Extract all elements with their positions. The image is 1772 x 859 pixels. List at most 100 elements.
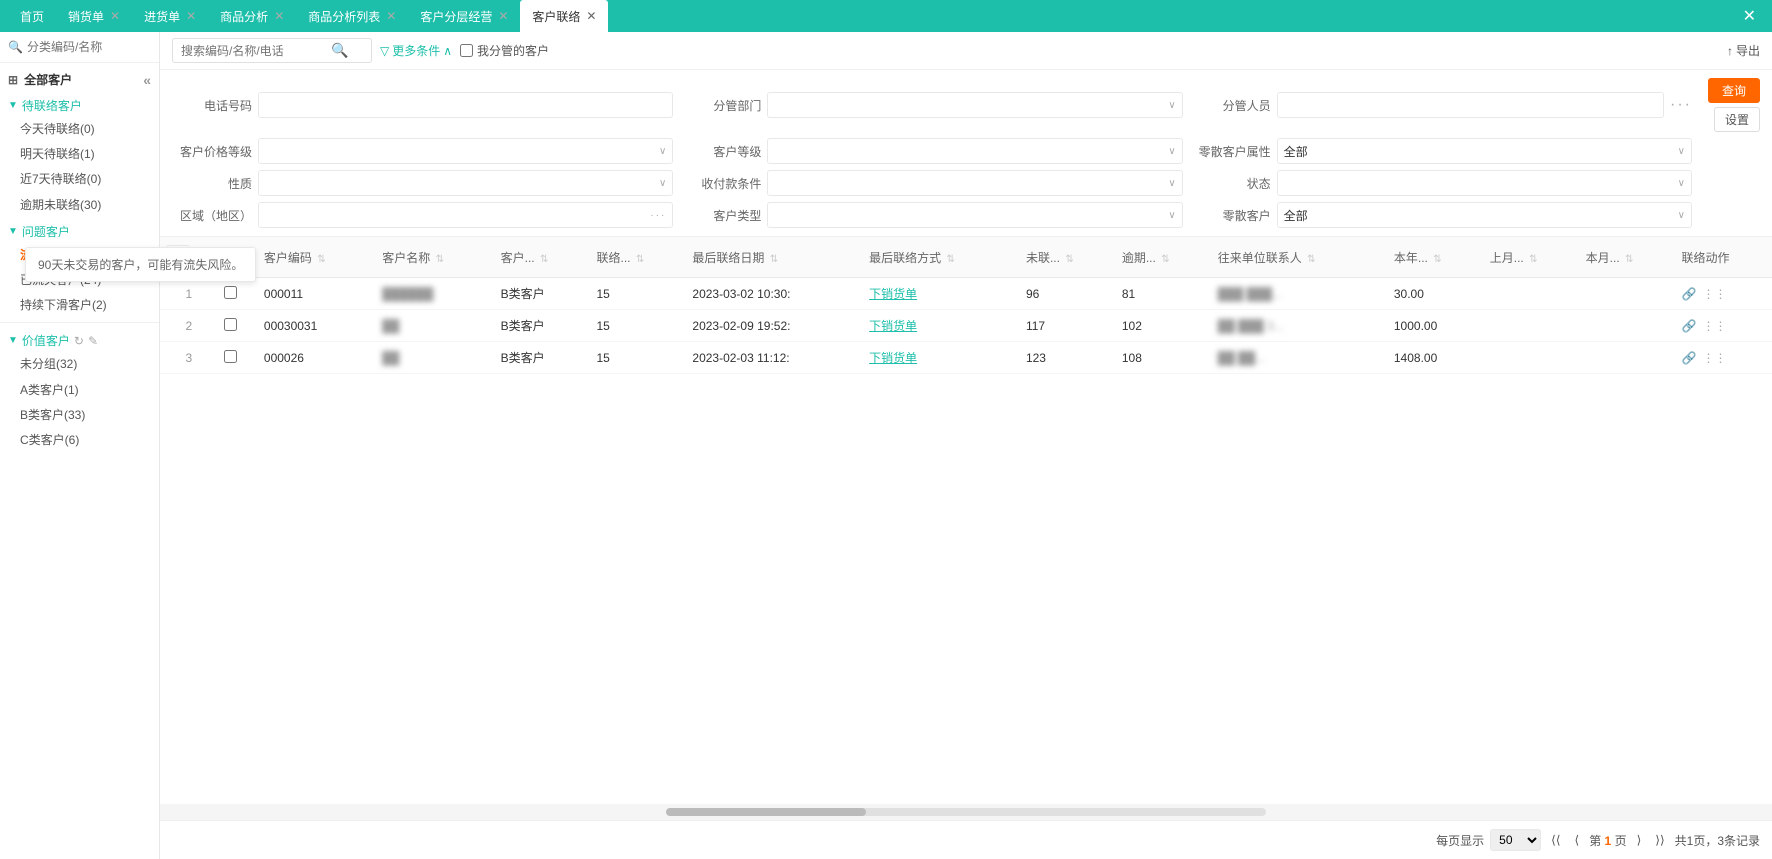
tab-analysis-close[interactable]: ✕ [274, 9, 284, 23]
row-checkbox[interactable] [224, 350, 237, 363]
cell-action[interactable]: 🔗 ⋮⋮ [1676, 310, 1772, 342]
cell-checkbox[interactable] [218, 278, 258, 310]
tab-purchase-close[interactable]: ✕ [186, 9, 196, 23]
tab-analysis-list[interactable]: 商品分析列表 ✕ [296, 0, 408, 32]
sidebar-group-pending[interactable]: ▼ 待联络客户 [0, 92, 159, 117]
sidebar-item-a-class[interactable]: A类客户(1) [0, 378, 159, 403]
sidebar-item-ungroup[interactable]: 未分组(32) [0, 352, 159, 377]
tab-sales[interactable]: 销货单 ✕ [56, 0, 132, 32]
scrollbar-track[interactable] [666, 808, 1266, 816]
cell-last-method[interactable]: 下销货单 [863, 310, 1020, 342]
per-page-select[interactable]: 50 100 200 [1490, 829, 1541, 851]
col-name[interactable]: 客户名称 ⇅ [376, 237, 494, 278]
cell-last-date: 2023-02-03 11:12: [686, 342, 863, 374]
contact-method-link[interactable]: 下销货单 [869, 319, 917, 333]
col-year[interactable]: 本年... ⇅ [1388, 237, 1484, 278]
settings-button[interactable]: 设置 [1714, 107, 1760, 132]
filter-dept-select[interactable]: ∨ [767, 92, 1182, 118]
sidebar-item-overdue-pending[interactable]: 逾期未联络(30) [0, 193, 159, 218]
cell-checkbox[interactable] [218, 342, 258, 374]
col-type[interactable]: 客户... ⇅ [495, 237, 591, 278]
window-close-button[interactable]: ✕ [1735, 6, 1764, 26]
contact-method-link[interactable]: 下销货单 [869, 351, 917, 365]
first-page-button[interactable]: ⟨⟨ [1547, 831, 1564, 849]
col-no-contact[interactable]: 未联... ⇅ [1020, 237, 1116, 278]
link-action-icon[interactable]: 🔗 [1682, 287, 1697, 301]
refresh-icon[interactable]: ↻ [74, 334, 84, 348]
sidebar-item-b-class[interactable]: B类客户(33) [0, 403, 159, 428]
link-action-icon[interactable]: 🔗 [1682, 351, 1697, 365]
cell-last-method[interactable]: 下销货单 [863, 278, 1020, 310]
cell-action[interactable]: 🔗 ⋮⋮ [1676, 342, 1772, 374]
tab-customer-tier[interactable]: 客户分层经营 ✕ [408, 0, 520, 32]
filter-region-more[interactable]: ··· [650, 210, 666, 221]
row-checkbox[interactable] [224, 286, 237, 299]
col-last-method[interactable]: 最后联络方式 ⇅ [863, 237, 1020, 278]
action-icons[interactable]: 🔗 ⋮⋮ [1682, 287, 1766, 301]
filter-cust-grade-select[interactable]: ∨ [767, 138, 1182, 164]
search-button[interactable]: 🔍 [331, 42, 348, 59]
action-icons[interactable]: 🔗 ⋮⋮ [1682, 319, 1766, 333]
tab-analysis[interactable]: 商品分析 ✕ [208, 0, 296, 32]
scroll-area[interactable] [160, 804, 1772, 820]
filter-price-grade-select[interactable]: ∨ [258, 138, 673, 164]
more-action-icon[interactable]: ⋮⋮ [1703, 319, 1727, 333]
filter-payment-select[interactable]: ∨ [767, 170, 1182, 196]
last-page-button[interactable]: ⟩⟩ [1651, 831, 1668, 849]
sidebar-item-tomorrow-pending[interactable]: 明天待联络(1) [0, 142, 159, 167]
filter-region-select[interactable]: ··· [258, 202, 673, 228]
filter-button[interactable]: ▽ 更多条件 ∧ [380, 42, 452, 59]
filter-zero-attr-select[interactable]: 全部 ∨ [1277, 138, 1692, 164]
cell-checkbox[interactable] [218, 310, 258, 342]
tab-customer-contact[interactable]: 客户联络 ✕ [520, 0, 608, 32]
col-person[interactable]: 往来单位联系人 ⇅ [1212, 237, 1388, 278]
filter-gender-select[interactable]: ∨ [258, 170, 673, 196]
filter-more-1[interactable]: ··· [1670, 96, 1692, 114]
filter-cust-type-select[interactable]: ∨ [767, 202, 1182, 228]
tab-customer-tier-close[interactable]: ✕ [498, 9, 508, 23]
tab-purchase[interactable]: 进货单 ✕ [132, 0, 208, 32]
my-customers-checkbox-label[interactable]: 我分管的客户 [460, 42, 549, 59]
sidebar-item-today-pending[interactable]: 今天待联络(0) [0, 117, 159, 142]
more-action-icon[interactable]: ⋮⋮ [1703, 351, 1727, 365]
tab-customer-contact-close[interactable]: ✕ [586, 9, 596, 23]
cell-this-month [1580, 342, 1676, 374]
col-code[interactable]: 客户编码 ⇅ [258, 237, 376, 278]
current-page: 第 1 页 [1589, 832, 1626, 849]
filter-phone-input[interactable] [258, 92, 673, 118]
filter-panel: 电话号码 分管部门 ∨ 分管人员 ··· [160, 70, 1772, 237]
filter-person-select[interactable] [1277, 92, 1664, 118]
my-customers-checkbox[interactable] [460, 44, 473, 57]
sidebar-group-value[interactable]: ▼ 价值客户 ↻ ✎ [0, 327, 159, 352]
tab-sales-close[interactable]: ✕ [110, 9, 120, 23]
query-button[interactable]: 查询 [1708, 78, 1760, 103]
contact-method-link[interactable]: 下销货单 [869, 287, 917, 301]
col-overdue[interactable]: 逾期... ⇅ [1116, 237, 1212, 278]
export-button[interactable]: ↑ 导出 [1727, 42, 1760, 59]
filter-zero-cust-select[interactable]: 全部 ∨ [1277, 202, 1692, 228]
action-icons[interactable]: 🔗 ⋮⋮ [1682, 351, 1766, 365]
col-contact[interactable]: 联络... ⇅ [591, 237, 687, 278]
row-checkbox[interactable] [224, 318, 237, 331]
search-input[interactable] [181, 44, 331, 58]
cell-action[interactable]: 🔗 ⋮⋮ [1676, 278, 1772, 310]
prev-page-button[interactable]: ⟨ [1571, 831, 1584, 849]
link-action-icon[interactable]: 🔗 [1682, 319, 1697, 333]
col-last-date[interactable]: 最后联络日期 ⇅ [686, 237, 863, 278]
scrollbar-thumb[interactable] [666, 808, 866, 816]
sidebar-search-input[interactable] [27, 40, 160, 54]
edit-icon[interactable]: ✎ [88, 334, 98, 348]
collapse-icon[interactable]: « [143, 72, 151, 88]
tab-home[interactable]: 首页 [8, 0, 56, 32]
sidebar-group-problem[interactable]: ▼ 问题客户 [0, 218, 159, 243]
col-this-month[interactable]: 本月... ⇅ [1580, 237, 1676, 278]
next-page-button[interactable]: ⟩ [1633, 831, 1646, 849]
cell-last-method[interactable]: 下销货单 [863, 342, 1020, 374]
filter-status-select[interactable]: ∨ [1277, 170, 1692, 196]
sidebar-item-week-pending[interactable]: 近7天待联络(0) [0, 167, 159, 192]
tab-analysis-list-close[interactable]: ✕ [386, 9, 396, 23]
sidebar-item-c-class[interactable]: C类客户(6) [0, 428, 159, 453]
more-action-icon[interactable]: ⋮⋮ [1703, 287, 1727, 301]
sidebar-item-declining[interactable]: 持续下滑客户(2) [0, 293, 159, 318]
col-last-month[interactable]: 上月... ⇅ [1484, 237, 1580, 278]
